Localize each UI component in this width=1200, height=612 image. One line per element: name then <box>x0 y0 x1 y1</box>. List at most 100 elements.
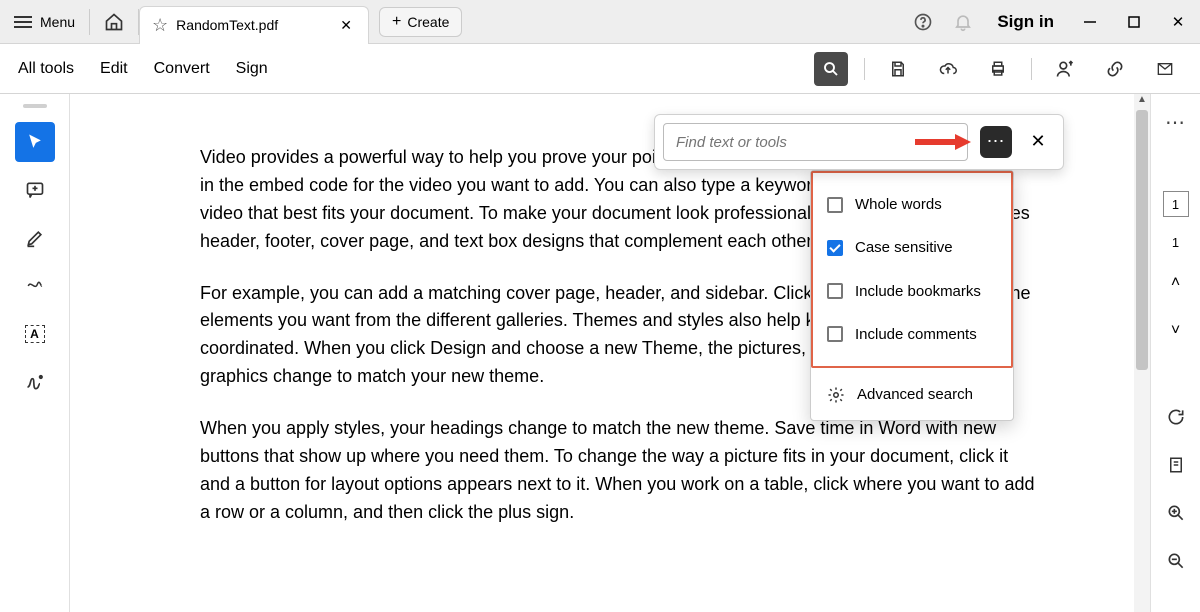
close-window-button[interactable]: ✕ <box>1156 0 1200 44</box>
sign-button[interactable]: Sign <box>236 60 268 78</box>
option-label: Include comments <box>855 323 977 346</box>
checkbox-icon <box>827 197 843 213</box>
include-bookmarks-option[interactable]: Include bookmarks <box>827 270 997 313</box>
minimize-icon <box>1084 16 1096 28</box>
cloud-upload-button[interactable] <box>931 52 965 86</box>
more-tools-button[interactable]: ⋯ <box>1165 110 1186 135</box>
fill-sign-tool[interactable] <box>15 362 55 402</box>
fit-page-button[interactable] <box>1161 450 1191 480</box>
all-tools-button[interactable]: All tools <box>18 60 74 78</box>
page-down-button[interactable]: ˅ <box>1161 316 1191 346</box>
zoom-in-icon <box>1166 503 1186 523</box>
tab-title: RandomText.pdf <box>176 17 278 33</box>
select-tool[interactable] <box>15 122 55 162</box>
main-toolbar: All tools Edit Convert Sign <box>0 44 1200 94</box>
page-number-input[interactable]: 1 <box>1163 191 1189 217</box>
checkbox-icon <box>827 240 843 256</box>
maximize-button[interactable] <box>1112 0 1156 44</box>
scroll-thumb[interactable] <box>1136 110 1148 370</box>
scroll-up-button[interactable]: ▲ <box>1134 94 1150 105</box>
find-button[interactable] <box>814 52 848 86</box>
close-tab-button[interactable]: ✕ <box>336 13 356 38</box>
star-icon: ☆ <box>152 15 168 36</box>
document-tab[interactable]: ☆ RandomText.pdf ✕ <box>139 6 369 44</box>
text-tool[interactable]: A <box>15 314 55 354</box>
zoom-out-icon <box>1166 551 1186 571</box>
separator <box>864 58 865 80</box>
text-box-icon: A <box>25 325 45 343</box>
option-label: Include bookmarks <box>855 280 981 303</box>
pencil-icon <box>25 228 45 248</box>
include-comments-option[interactable]: Include comments <box>827 313 997 356</box>
home-icon <box>104 12 124 32</box>
save-button[interactable] <box>881 52 915 86</box>
search-options-button[interactable]: ⋯ <box>980 126 1012 158</box>
title-bar: Menu ☆ RandomText.pdf ✕ + Create Sign in… <box>0 0 1200 44</box>
document-view[interactable]: Video provides a powerful way to help yo… <box>70 94 1134 612</box>
option-label: Case sensitive <box>855 236 953 259</box>
rotate-button[interactable] <box>1161 402 1191 432</box>
notifications-button[interactable] <box>943 0 983 43</box>
save-icon <box>889 60 907 78</box>
maximize-icon <box>1128 16 1140 28</box>
checkbox-icon <box>827 326 843 342</box>
email-button[interactable] <box>1148 52 1182 86</box>
close-search-button[interactable]: ✕ <box>1023 127 1053 157</box>
fit-page-icon <box>1167 455 1185 475</box>
page-up-button[interactable]: ˄ <box>1161 268 1191 298</box>
cursor-icon <box>25 132 45 152</box>
option-label: Whole words <box>855 193 942 216</box>
option-label: Advanced search <box>857 383 973 406</box>
search-options-menu: Whole words Case sensitive Include bookm… <box>810 170 1014 421</box>
help-button[interactable] <box>903 0 943 43</box>
rail-grip[interactable] <box>23 104 47 108</box>
case-sensitive-option[interactable]: Case sensitive <box>827 226 997 269</box>
link-icon <box>1105 59 1125 79</box>
content-area: A Video provides a powerful way to help … <box>0 94 1200 612</box>
home-button[interactable] <box>90 0 138 43</box>
body-paragraph: When you apply styles, your headings cha… <box>200 415 1040 527</box>
print-button[interactable] <box>981 52 1015 86</box>
search-input[interactable] <box>663 123 968 161</box>
plus-icon: + <box>392 13 401 31</box>
draw-tool[interactable] <box>15 266 55 306</box>
print-icon <box>988 60 1008 78</box>
share-icon <box>1055 59 1075 79</box>
comment-tool[interactable] <box>15 170 55 210</box>
right-page-rail: ⋯ 1 1 ˄ ˅ <box>1150 94 1200 612</box>
hamburger-icon <box>14 16 32 28</box>
zoom-out-button[interactable] <box>1161 546 1191 576</box>
bell-icon <box>953 12 973 32</box>
left-tool-rail: A <box>0 94 70 612</box>
convert-button[interactable]: Convert <box>154 60 210 78</box>
window-controls: ✕ <box>1068 0 1200 44</box>
menu-button[interactable]: Menu <box>0 0 89 43</box>
whole-words-option[interactable]: Whole words <box>827 183 997 226</box>
edit-button[interactable]: Edit <box>100 60 128 78</box>
create-label: Create <box>407 14 449 30</box>
page-total: 1 <box>1172 235 1179 250</box>
signin-button[interactable]: Sign in <box>983 12 1068 32</box>
signature-icon <box>24 372 46 392</box>
minimize-button[interactable] <box>1068 0 1112 44</box>
checkbox-icon <box>827 283 843 299</box>
search-icon <box>822 60 840 78</box>
find-bar: ⋯ ✕ <box>654 114 1064 170</box>
share-button[interactable] <box>1048 52 1082 86</box>
search-options-group: Whole words Case sensitive Include bookm… <box>811 171 1013 368</box>
link-button[interactable] <box>1098 52 1132 86</box>
vertical-scrollbar[interactable]: ▲ <box>1134 94 1150 612</box>
advanced-search-option[interactable]: Advanced search <box>811 368 1013 420</box>
gear-search-icon <box>827 386 845 404</box>
rotate-icon <box>1166 407 1186 427</box>
help-icon <box>913 12 933 32</box>
separator <box>1031 58 1032 80</box>
email-icon <box>1155 61 1175 77</box>
cloud-upload-icon <box>938 60 958 78</box>
create-button[interactable]: + Create <box>379 7 462 37</box>
highlight-tool[interactable] <box>15 218 55 258</box>
comment-icon <box>25 180 45 200</box>
freeform-icon <box>24 277 46 295</box>
zoom-in-button[interactable] <box>1161 498 1191 528</box>
menu-label: Menu <box>40 14 75 30</box>
